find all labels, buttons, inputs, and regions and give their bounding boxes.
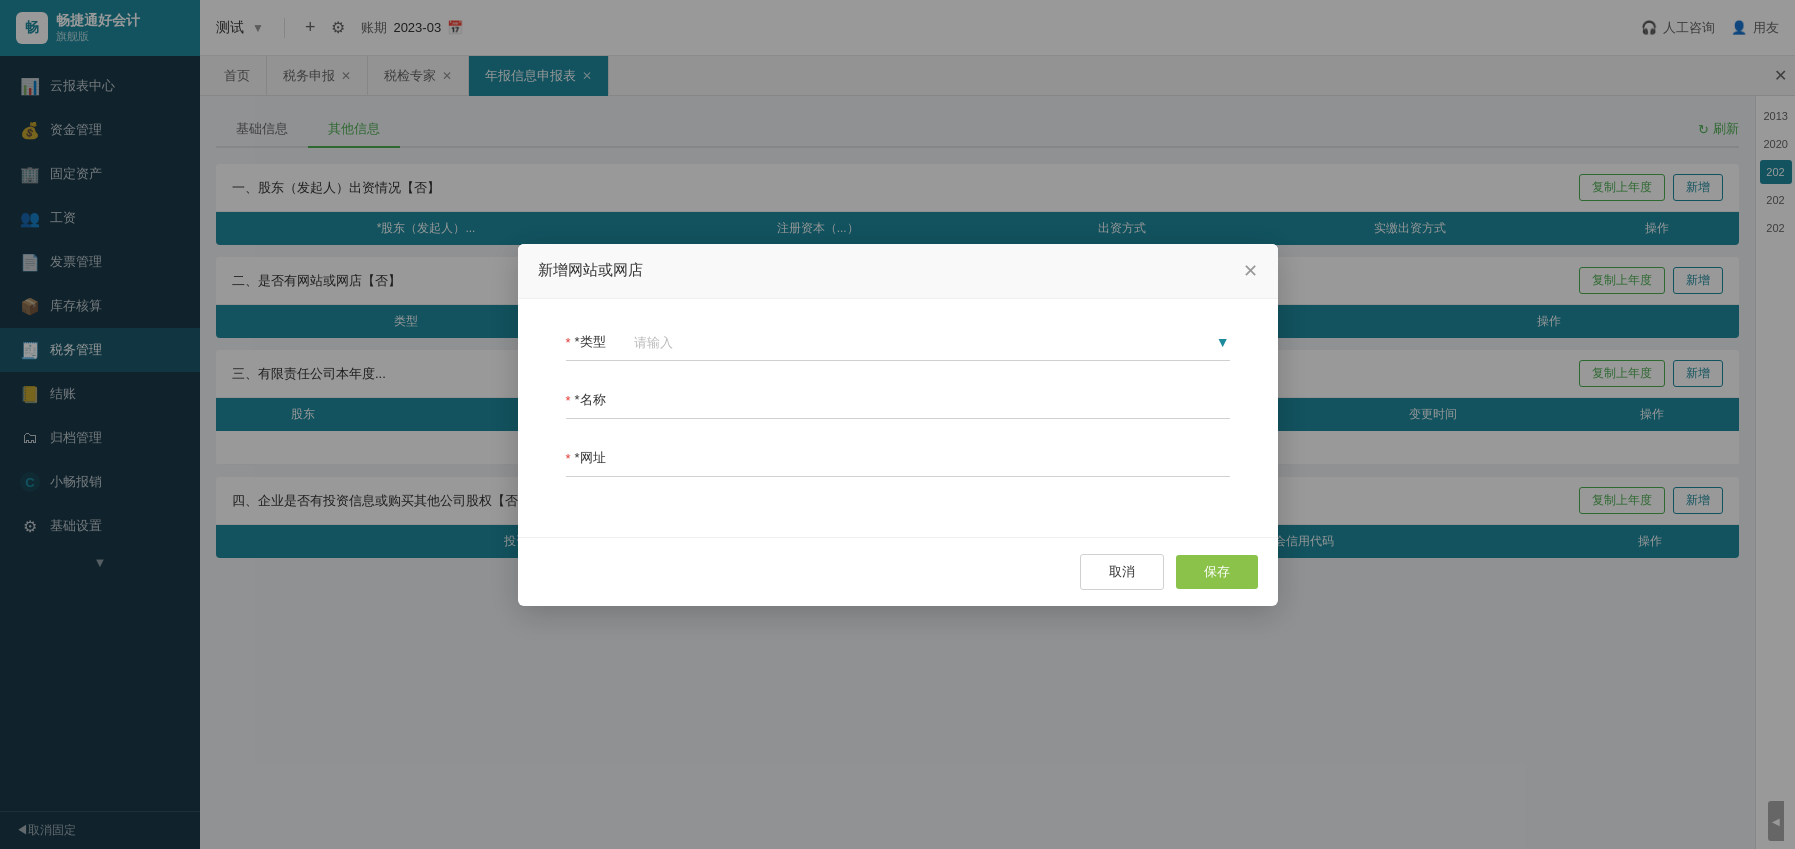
type-dropdown-icon[interactable]: ▼ — [1216, 334, 1230, 350]
form-row-url: * *网址 — [566, 447, 1230, 477]
dialog-overlay: 新增网站或网店 ✕ * *类型 ▼ * — [0, 0, 1795, 849]
dialog-close-icon[interactable]: ✕ — [1243, 260, 1258, 282]
form-row-name: * *名称 — [566, 389, 1230, 419]
form-field-url: * *网址 — [566, 447, 1230, 477]
dialog-body: * *类型 ▼ * *名称 — [518, 299, 1278, 537]
form-label-url: * *网址 — [566, 449, 606, 467]
form-row-type: * *类型 ▼ — [566, 331, 1230, 361]
save-button[interactable]: 保存 — [1176, 555, 1258, 589]
dialog-title: 新增网站或网店 — [538, 261, 643, 280]
dialog-header: 新增网站或网店 ✕ — [518, 244, 1278, 299]
form-field-type: * *类型 ▼ — [566, 331, 1230, 361]
form-field-name: * *名称 — [566, 389, 1230, 419]
url-input[interactable] — [634, 447, 1230, 470]
type-input[interactable] — [634, 331, 1204, 354]
add-website-dialog: 新增网站或网店 ✕ * *类型 ▼ * — [518, 244, 1278, 606]
form-label-name: * *名称 — [566, 391, 606, 409]
dialog-footer: 取消 保存 — [518, 537, 1278, 606]
form-label-type: * *类型 — [566, 333, 606, 351]
cancel-button[interactable]: 取消 — [1080, 554, 1164, 590]
name-input[interactable] — [634, 389, 1230, 412]
